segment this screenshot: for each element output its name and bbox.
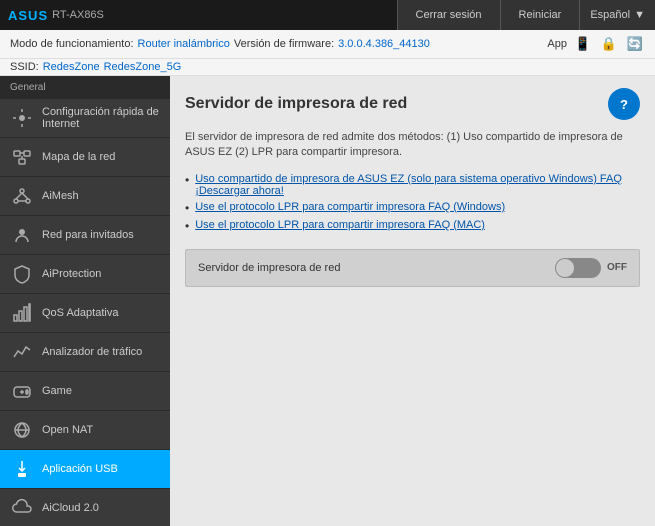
svg-text:?: ? <box>620 97 628 112</box>
main-layout: General Configuración rápida de Internet… <box>0 76 655 526</box>
link-ez-faq[interactable]: Uso compartido de impresora de ASUS EZ (… <box>195 173 640 197</box>
sidebar-item-mapa-red[interactable]: Mapa de la red <box>0 138 170 177</box>
aimesh-icon <box>10 184 34 208</box>
map-icon <box>10 145 34 169</box>
page-title: Servidor de impresora de red <box>185 95 407 113</box>
setting-label: Servidor de impresora de red <box>198 262 340 274</box>
general-section-title: General <box>0 76 170 99</box>
traffic-icon <box>10 340 34 364</box>
guest-icon <box>10 223 34 247</box>
mode-label: Modo de funcionamiento: <box>10 38 134 50</box>
app-label: App <box>547 38 567 50</box>
links-list: Uso compartido de impresora de ASUS EZ (… <box>185 173 640 233</box>
sidebar-item-label: Red para invitados <box>42 229 134 241</box>
sidebar-item-opennat[interactable]: Open NAT <box>0 411 170 450</box>
sidebar-item-label: Game <box>42 385 72 397</box>
sidebar-item-label: Open NAT <box>42 424 93 436</box>
firmware-label: Versión de firmware: <box>234 38 334 50</box>
list-item: Use el protocolo LPR para compartir impr… <box>185 219 640 233</box>
toggle-switch[interactable]: OFF <box>555 258 627 278</box>
close-session-button[interactable]: Cerrar sesión <box>397 0 500 30</box>
sidebar-item-red-invitados[interactable]: Red para invitados <box>0 216 170 255</box>
ssidbar: SSID: RedesZone RedesZone_5G <box>0 59 655 76</box>
sidebar-item-label: AiCloud 2.0 <box>42 502 99 514</box>
content-inner: Servidor de impresora de red ? El servid… <box>170 76 655 299</box>
link-lpr-windows[interactable]: Use el protocolo LPR para compartir impr… <box>195 201 505 213</box>
sidebar-item-game[interactable]: Game <box>0 372 170 411</box>
mode-value-link[interactable]: Router inalámbrico <box>138 38 230 50</box>
sidebar-item-aimesh[interactable]: AiMesh <box>0 177 170 216</box>
chevron-down-icon: ▼ <box>634 9 645 21</box>
toggle-thumb <box>556 259 574 277</box>
shield-icon[interactable]: 🔒 <box>599 34 619 54</box>
list-item: Uso compartido de impresora de ASUS EZ (… <box>185 173 640 197</box>
router-model: RT-AX86S <box>48 9 104 21</box>
sidebar-item-label: QoS Adaptativa <box>42 307 118 319</box>
content-area: Servidor de impresora de red ? El servid… <box>170 76 655 526</box>
logo-text: ASUS <box>8 8 48 23</box>
aicloud-icon <box>10 496 34 520</box>
nat-icon <box>10 418 34 442</box>
sidebar-item-label: Aplicación USB <box>42 463 118 475</box>
header-nav: Cerrar sesión Reiniciar Español ▼ <box>397 0 655 30</box>
usb-icon <box>10 457 34 481</box>
sidebar: General Configuración rápida de Internet… <box>0 76 170 526</box>
list-item: Use el protocolo LPR para compartir impr… <box>185 201 640 215</box>
ssid-2g-link[interactable]: RedesZone <box>43 61 100 73</box>
page-description: El servidor de impresora de red admite d… <box>185 130 640 161</box>
toggle-track[interactable] <box>555 258 601 278</box>
modebar-icons: App 📱 🔒 🔄 <box>547 34 645 54</box>
ssid-5g-link[interactable]: RedesZone_5G <box>104 61 182 73</box>
language-label: Español <box>590 9 630 21</box>
sidebar-item-label: Analizador de tráfico <box>42 346 142 358</box>
restart-button[interactable]: Reiniciar <box>500 0 580 30</box>
sidebar-item-label: AiProtection <box>42 268 101 280</box>
sidebar-item-config-rapida[interactable]: Configuración rápida de Internet <box>0 99 170 138</box>
config-icon <box>10 106 34 130</box>
language-button[interactable]: Español ▼ <box>579 0 655 30</box>
toggle-state-label: OFF <box>607 262 627 273</box>
refresh-icon[interactable]: 🔄 <box>625 34 645 54</box>
smartphone-icon[interactable]: 📱 <box>573 34 593 54</box>
header: ASUS RT-AX86S Cerrar sesión Reiniciar Es… <box>0 0 655 30</box>
sidebar-item-label: AiMesh <box>42 190 79 202</box>
ssid-label: SSID: <box>10 61 39 73</box>
sidebar-item-label: Mapa de la red <box>42 151 115 163</box>
modebar: Modo de funcionamiento: Router inalámbri… <box>0 30 655 59</box>
asus-logo: ASUS RT-AX86S <box>0 0 112 30</box>
link-lpr-mac[interactable]: Use el protocolo LPR para compartir impr… <box>195 219 485 231</box>
setting-row: Servidor de impresora de red OFF <box>185 249 640 287</box>
page-title-bar: Servidor de impresora de red ? <box>185 88 640 120</box>
sidebar-item-aiprotection[interactable]: AiProtection <box>0 255 170 294</box>
firmware-value-link[interactable]: 3.0.0.4.386_44130 <box>338 38 430 50</box>
sidebar-item-analizador[interactable]: Analizador de tráfico <box>0 333 170 372</box>
sidebar-item-usb-app[interactable]: Aplicación USB <box>0 450 170 489</box>
help-button[interactable]: ? <box>608 88 640 120</box>
qos-icon <box>10 301 34 325</box>
sidebar-item-label: Configuración rápida de Internet <box>42 106 160 130</box>
game-icon <box>10 379 34 403</box>
sidebar-item-aicloud[interactable]: AiCloud 2.0 <box>0 489 170 526</box>
sidebar-item-qos[interactable]: QoS Adaptativa <box>0 294 170 333</box>
shield-sidebar-icon <box>10 262 34 286</box>
